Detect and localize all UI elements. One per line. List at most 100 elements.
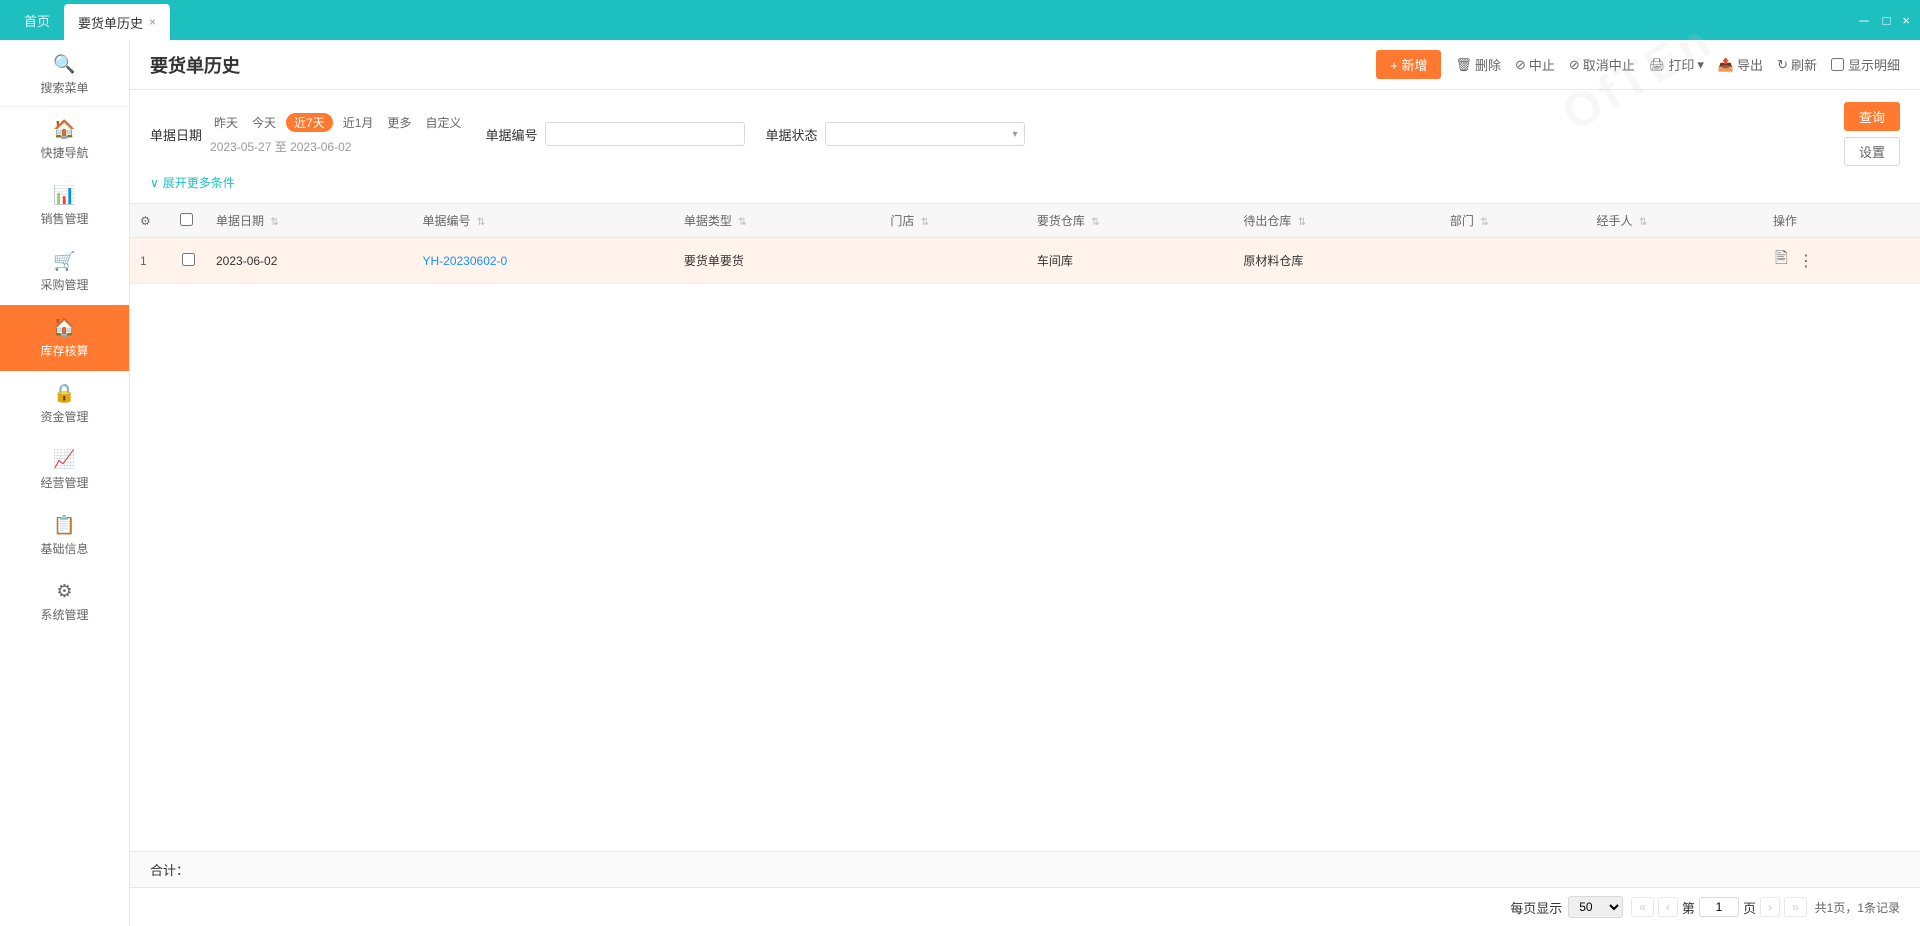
filter-bar: 单据日期 昨天 今天 近7天 近1月 更多 自定义 2023-05-27 至 2… xyxy=(130,90,1920,204)
sort-icon-req-warehouse: ⇅ xyxy=(1091,217,1099,228)
pagination-bar: 每页显示 50 100 200 « ‹ 第 页 › » 共1页，1条记录 xyxy=(130,887,1920,926)
cell-checkbox xyxy=(170,238,206,284)
sort-icon-handler: ⇅ xyxy=(1639,217,1647,228)
setting-button[interactable]: 设置 xyxy=(1844,137,1900,166)
shortcut-yesterday[interactable]: 昨天 xyxy=(210,113,242,132)
shortcut-last7days[interactable]: 近7天 xyxy=(286,113,333,132)
page-input[interactable] xyxy=(1699,897,1739,917)
sidebar-item-sales[interactable]: 📊 销售管理 xyxy=(0,173,129,239)
docnum-input[interactable] xyxy=(545,122,745,146)
shortcut-more[interactable]: 更多 xyxy=(383,113,415,132)
cart-icon: 🛒 xyxy=(53,251,75,272)
first-page-button[interactable]: « xyxy=(1631,897,1654,917)
col-checkbox xyxy=(170,204,206,238)
status-select[interactable] xyxy=(825,122,1025,146)
sidebar-item-purchase[interactable]: 🛒 采购管理 xyxy=(0,239,129,305)
display-detail-toggle[interactable]: 显示明细 xyxy=(1831,55,1900,74)
delete-button[interactable]: 🗑 删除 xyxy=(1455,55,1501,74)
page-header: 要货单历史 + 新增 🗑 删除 ⊘ 中止 ⊘ 取消中止 xyxy=(130,40,1920,90)
page-title: 要货单历史 xyxy=(150,52,240,78)
sort-icon-doctype: ⇅ xyxy=(738,217,746,228)
col-pending-warehouse[interactable]: 待出仓库 ⇅ xyxy=(1233,204,1439,238)
cell-store xyxy=(880,238,1027,284)
operations-icon: 📈 xyxy=(53,449,75,470)
sidebar-item-quick-nav[interactable]: 🏠 快捷导航 xyxy=(0,107,129,173)
export-icon: 📤 xyxy=(1718,57,1734,73)
window-close[interactable]: × xyxy=(1902,13,1910,28)
status-filter-label: 单据状态 xyxy=(765,125,817,144)
cell-doctype: 要货单要货 xyxy=(674,238,880,284)
cell-num: 1 xyxy=(130,238,170,284)
tab-home[interactable]: 首页 xyxy=(10,0,64,40)
info-icon: 📋 xyxy=(53,515,75,536)
tab-history[interactable]: 要货单历史 × xyxy=(64,4,170,40)
row-checkbox[interactable] xyxy=(182,253,195,266)
docnum-link[interactable]: YH-20230602-0 xyxy=(422,254,507,268)
money-icon: 🔒 xyxy=(53,383,75,404)
docnum-filter-label: 单据编号 xyxy=(485,125,537,144)
col-doctype[interactable]: 单据类型 ⇅ xyxy=(674,204,880,238)
stop-icon: ⊘ xyxy=(1515,57,1526,73)
col-actions: 操作 xyxy=(1763,204,1920,238)
more-action-icon[interactable]: ⋮ xyxy=(1796,249,1816,273)
sidebar: 🔍 搜索菜单 🏠 快捷导航 📊 销售管理 🛒 采购管理 🏠 库存核算 🔒 xyxy=(0,40,130,926)
cell-actions: 🖹 ⋮ xyxy=(1763,238,1920,284)
shortcut-last1month[interactable]: 近1月 xyxy=(339,113,378,132)
sidebar-item-inventory[interactable]: 🏠 库存核算 xyxy=(0,305,129,371)
sort-icon-date: ⇅ xyxy=(270,217,278,228)
sidebar-item-system[interactable]: ⚙ 系统管理 xyxy=(0,569,129,635)
select-all-checkbox[interactable] xyxy=(180,213,193,226)
refresh-button[interactable]: ↻ 刷新 xyxy=(1777,55,1817,74)
expand-more-button[interactable]: ∨ 展开更多条件 xyxy=(150,174,1900,191)
search-icon: 🔍 xyxy=(53,54,75,75)
sort-icon-dept: ⇅ xyxy=(1480,217,1488,228)
shortcut-today[interactable]: 今天 xyxy=(248,113,280,132)
col-dept[interactable]: 部门 ⇅ xyxy=(1440,204,1587,238)
sidebar-item-finance[interactable]: 🔒 资金管理 xyxy=(0,371,129,437)
home-icon: 🏠 xyxy=(53,119,75,140)
col-docnum[interactable]: 单据编号 ⇅ xyxy=(412,204,673,238)
last-page-button[interactable]: » xyxy=(1784,897,1807,917)
new-button[interactable]: + 新增 xyxy=(1376,50,1441,79)
table-body: 1 2023-06-02 YH-20230602-0 要货单要货 车间库 xyxy=(130,238,1920,284)
print-dropdown-icon: ▾ xyxy=(1697,57,1704,73)
cell-req-warehouse: 车间库 xyxy=(1027,238,1233,284)
window-minimize[interactable]: － xyxy=(1858,11,1871,30)
filter-row: 单据日期 昨天 今天 近7天 近1月 更多 自定义 2023-05-27 至 2… xyxy=(150,102,1900,166)
query-button[interactable]: 查询 xyxy=(1844,102,1900,131)
data-table: ⚙ 单据日期 ⇅ 单据编号 ⇅ xyxy=(130,204,1920,284)
display-detail-checkbox[interactable] xyxy=(1831,58,1844,71)
cell-docnum[interactable]: YH-20230602-0 xyxy=(412,238,673,284)
next-page-button[interactable]: › xyxy=(1760,897,1780,917)
col-req-warehouse[interactable]: 要货仓库 ⇅ xyxy=(1027,204,1233,238)
print-button[interactable]: 🖨 打印 ▾ xyxy=(1649,55,1704,74)
footer-total-label: 合计： xyxy=(150,863,189,878)
date-range-display: 2023-05-27 至 2023-06-02 xyxy=(210,138,465,155)
chevron-down-icon: ∨ xyxy=(150,176,159,190)
page-summary: 共1页，1条记录 xyxy=(1815,899,1900,916)
cancel-stop-button[interactable]: ⊘ 取消中止 xyxy=(1569,55,1635,74)
date-shortcut-group: 昨天 今天 近7天 近1月 更多 自定义 2023-05-27 至 2023-0… xyxy=(210,113,465,155)
sidebar-item-search[interactable]: 🔍 搜索菜单 xyxy=(0,40,129,107)
col-date[interactable]: 单据日期 ⇅ xyxy=(206,204,412,238)
view-action-icon[interactable]: 🖹 xyxy=(1773,245,1790,276)
docnum-filter-group: 单据编号 xyxy=(485,122,745,146)
col-store[interactable]: 门店 ⇅ xyxy=(880,204,1027,238)
table-row: 1 2023-06-02 YH-20230602-0 要货单要货 车间库 xyxy=(130,238,1920,284)
col-settings[interactable]: ⚙ xyxy=(130,204,170,238)
cell-date: 2023-06-02 xyxy=(206,238,412,284)
col-handler[interactable]: 经手人 ⇅ xyxy=(1586,204,1763,238)
table-container: ⚙ 单据日期 ⇅ 单据编号 ⇅ xyxy=(130,204,1920,851)
date-shortcuts: 昨天 今天 近7天 近1月 更多 自定义 xyxy=(210,113,465,132)
sidebar-item-basic-info[interactable]: 📋 基础信息 xyxy=(0,503,129,569)
prev-page-button[interactable]: ‹ xyxy=(1658,897,1678,917)
action-icons: 🖹 ⋮ xyxy=(1773,245,1910,276)
export-button[interactable]: 📤 导出 xyxy=(1718,55,1763,74)
tab-close-icon[interactable]: × xyxy=(149,15,156,29)
shortcut-custom[interactable]: 自定义 xyxy=(421,113,465,132)
stop-button[interactable]: ⊘ 中止 xyxy=(1515,55,1555,74)
window-maximize[interactable]: □ xyxy=(1883,13,1891,28)
cell-dept xyxy=(1440,238,1587,284)
page-size-select[interactable]: 50 100 200 xyxy=(1568,896,1623,918)
sidebar-item-operations[interactable]: 📈 经营管理 xyxy=(0,437,129,503)
